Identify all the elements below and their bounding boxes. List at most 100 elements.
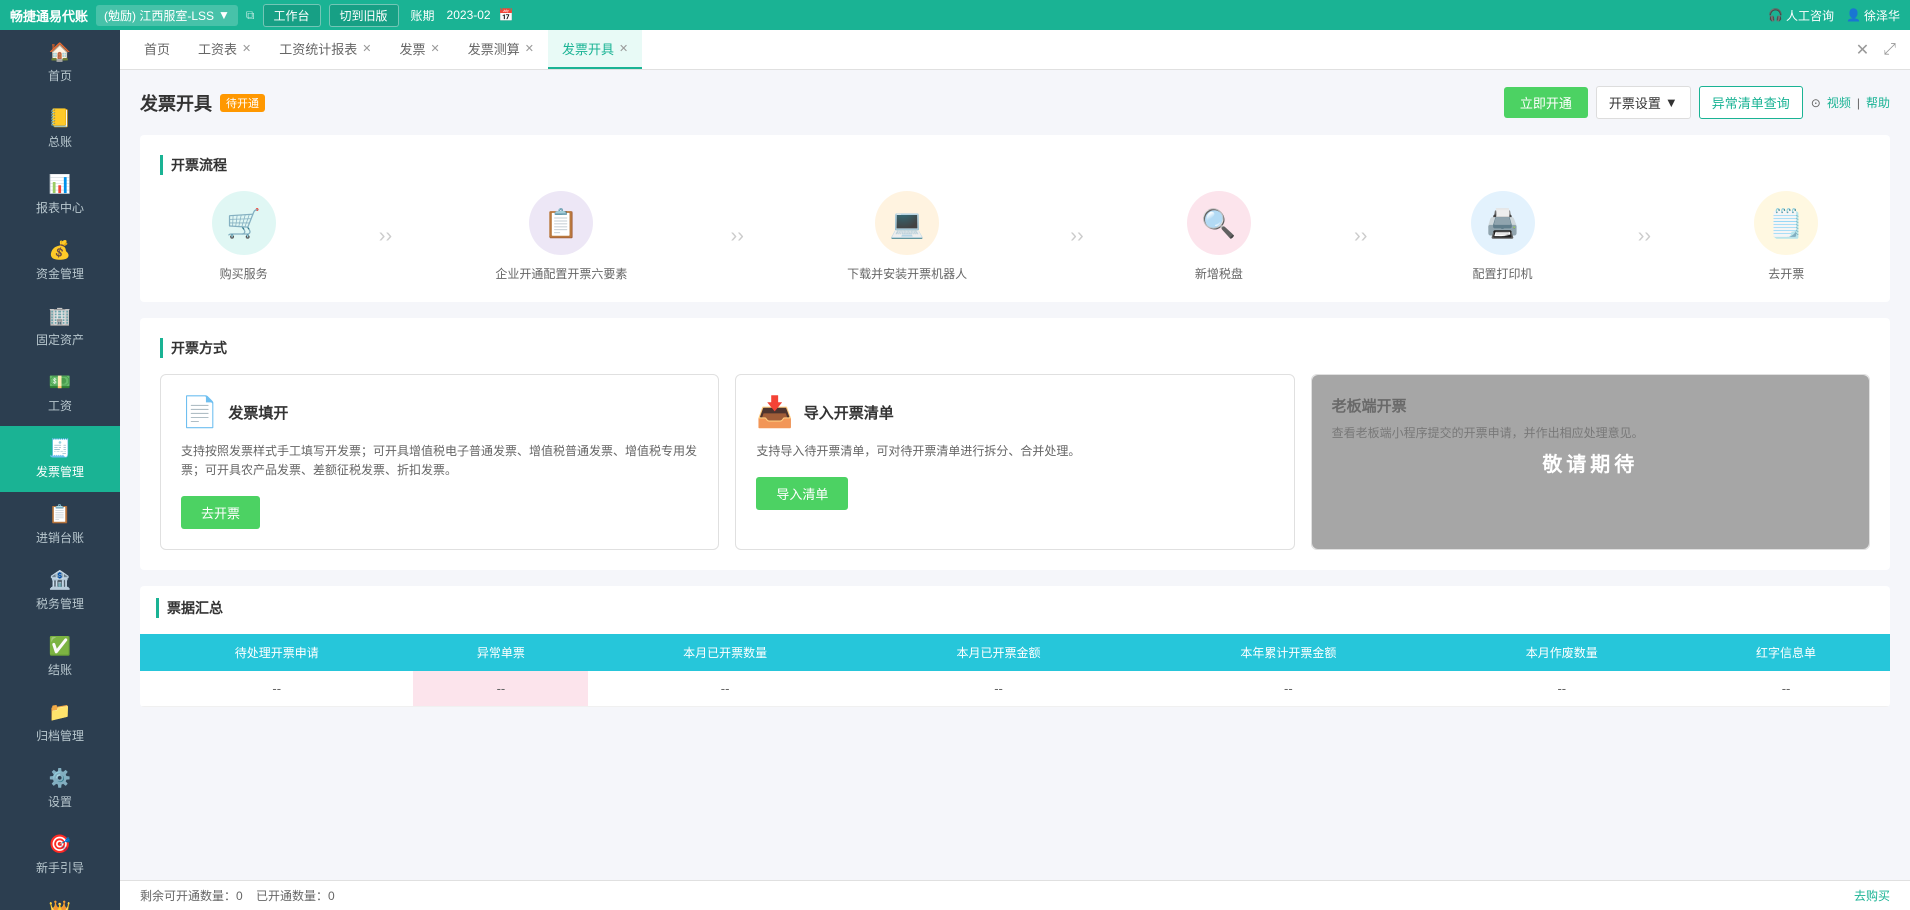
manual-fill-title: 发票填开 — [228, 402, 288, 423]
page-title-row: 发票开具 待开通 — [140, 90, 265, 116]
sidebar-label-assets: 固定资产 — [36, 331, 84, 348]
tab-invoice-calc[interactable]: 发票测算 ✕ — [454, 30, 548, 69]
remaining-label: 剩余可开通数量：0 — [140, 889, 243, 903]
calendar-icon[interactable]: 📅 — [499, 8, 514, 22]
settings-icon: ⚙️ — [49, 768, 71, 789]
sidebar-item-settings[interactable]: ⚙️ 设置 — [0, 756, 120, 822]
td-pending: -- — [140, 671, 413, 707]
open-now-button[interactable]: 立即开通 — [1504, 87, 1588, 118]
flow-arrow-1: ›› — [379, 225, 392, 248]
sidebar: 🏠 首页 📒 总账 📊 报表中心 💰 资金管理 🏢 固定资产 💵 工资 🧾 发票… — [0, 30, 120, 910]
import-list-title: 导入开票清单 — [804, 402, 894, 423]
flow-step-open-ticket-label: 去开票 — [1768, 265, 1804, 282]
flow-step-taxdisk[interactable]: 🔍 新增税盘 — [1187, 191, 1251, 282]
import-list-button[interactable]: 导入清单 — [756, 477, 848, 510]
sidebar-item-invoice[interactable]: 🧾 发票管理 — [0, 426, 120, 492]
tab-salary-table[interactable]: 工资表 ✕ — [184, 30, 265, 69]
go-open-ticket-button[interactable]: 去开票 — [181, 496, 260, 529]
top-bar: 畅捷通易代账 (勉励) 江西服室-LSS ▼ ⧉ 工作台 切到旧版 账期 202… — [0, 0, 1910, 30]
th-month-count: 本月已开票数量 — [588, 634, 861, 671]
switch-old-button[interactable]: 切到旧版 — [329, 4, 399, 27]
sidebar-item-ledger[interactable]: 📒 总账 — [0, 96, 120, 162]
sidebar-item-reports[interactable]: 📊 报表中心 — [0, 162, 120, 228]
tab-close-invoice[interactable]: ✕ — [431, 42, 440, 55]
summary-section: 票据汇总 待处理开票申请 异常单票 本月已开票数量 本月已开票金额 本年累计开票… — [140, 586, 1890, 707]
top-bar-right: 🎧 人工咨询 👤 徐泽华 — [1768, 7, 1900, 24]
sidebar-item-guide[interactable]: 🎯 新手引导 — [0, 822, 120, 888]
td-red-info: -- — [1682, 671, 1890, 707]
flow-step-buy[interactable]: 🛒 购买服务 — [212, 191, 276, 282]
td-year-amount: -- — [1135, 671, 1441, 707]
bottom-bar: 剩余可开通数量：0 已开通数量：0 去购买 — [120, 880, 1910, 910]
manual-fill-icon: 📄 — [181, 395, 218, 430]
flow-steps: 🛒 购买服务 ›› 📋 企业开通配置开票六要素 ›› 💻 下载并安装开票机器人 … — [160, 191, 1870, 282]
flow-step-open-ticket[interactable]: 🗒️ 去开票 — [1754, 191, 1818, 282]
tab-close-invoice-calc[interactable]: ✕ — [525, 42, 534, 55]
page-content: 发票开具 待开通 立即开通 开票设置 ▼ 异常清单查询 ⊙ 视频 | 帮助 — [120, 70, 1910, 880]
flow-step-printer[interactable]: 🖨️ 配置打印机 — [1471, 191, 1535, 282]
sidebar-item-home[interactable]: 🏠 首页 — [0, 30, 120, 96]
tab-salary-stats[interactable]: 工资统计报表 ✕ — [265, 30, 385, 69]
sidebar-item-assets[interactable]: 🏢 固定资产 — [0, 294, 120, 360]
tab-bar-actions: ✕ ⤢ — [1852, 38, 1900, 62]
help-icon: ⊙ — [1811, 96, 1821, 110]
flow-step-taxdisk-label: 新增税盘 — [1195, 265, 1243, 282]
summary-table-header-row: 待处理开票申请 异常单票 本月已开票数量 本月已开票金额 本年累计开票金额 本月… — [140, 634, 1890, 671]
sidebar-label-ledger: 总账 — [48, 133, 72, 150]
chevron-down-icon: ▼ — [218, 8, 230, 22]
sidebar-item-funds[interactable]: 💰 资金管理 — [0, 228, 120, 294]
billing-section-title: 开票方式 — [160, 338, 1870, 358]
abnormal-query-button[interactable]: 异常清单查询 — [1699, 86, 1803, 119]
app-logo: 畅捷通易代账 — [10, 6, 88, 25]
sidebar-label-invoice: 发票管理 — [36, 463, 84, 480]
billing-cards: 📄 发票填开 支持按照发票样式手工填写开发票；可开具增值税电子普通发票、增值税普… — [160, 374, 1870, 550]
tab-close-invoice-tool[interactable]: ✕ — [619, 42, 628, 55]
copy-icon: ⧉ — [246, 8, 255, 23]
member-icon: 👑 — [49, 900, 71, 910]
help-video-link[interactable]: 视频 — [1827, 94, 1851, 111]
billing-card-manual: 📄 发票填开 支持按照发票样式手工填写开发票；可开具增值税电子普通发票、增值税普… — [160, 374, 719, 550]
tab-close-salary-stats[interactable]: ✕ — [362, 42, 371, 55]
user-menu[interactable]: 👤 徐泽华 — [1846, 7, 1900, 24]
sidebar-item-purchase[interactable]: 📋 进销台账 — [0, 492, 120, 558]
sidebar-label-archive: 归档管理 — [36, 727, 84, 744]
th-year-amount: 本年累计开票金额 — [1135, 634, 1441, 671]
open-settings-button[interactable]: 开票设置 ▼ — [1596, 86, 1691, 119]
sidebar-item-member[interactable]: 👑 畅会员 — [0, 888, 120, 910]
sidebar-item-tax[interactable]: 🏦 税务管理 — [0, 558, 120, 624]
tab-invoice-tool[interactable]: 发票开具 ✕ — [548, 30, 642, 69]
funds-icon: 💰 — [49, 240, 71, 261]
sidebar-item-settlement[interactable]: ✅ 结账 — [0, 624, 120, 690]
header-help: ⊙ 视频 | 帮助 — [1811, 94, 1890, 111]
buy-service-icon: 🛒 — [212, 191, 276, 255]
sidebar-label-reports: 报表中心 — [36, 199, 84, 216]
invoice-icon: 🧾 — [49, 438, 71, 459]
overlay-text: 敬请期待 — [1542, 448, 1638, 477]
chevron-down-icon: ▼ — [1665, 95, 1678, 110]
company-selector[interactable]: (勉励) 江西服室-LSS ▼ — [96, 5, 238, 26]
consultation-link[interactable]: 🎧 人工咨询 — [1768, 7, 1834, 24]
td-month-count: -- — [588, 671, 861, 707]
buy-link[interactable]: 去购买 — [1854, 887, 1890, 904]
flow-step-download[interactable]: 💻 下载并安装开票机器人 — [847, 191, 967, 282]
flow-step-download-label: 下载并安装开票机器人 — [847, 265, 967, 282]
restore-tab-icon[interactable]: ⤢ — [1879, 39, 1900, 61]
workspace-button[interactable]: 工作台 — [263, 4, 321, 27]
help-text-link[interactable]: 帮助 — [1866, 94, 1890, 111]
old-terminal-overlay: 敬请期待 — [1312, 375, 1869, 549]
sidebar-item-archive[interactable]: 📁 归档管理 — [0, 690, 120, 756]
summary-table-data-row: -- -- -- -- -- -- -- — [140, 671, 1890, 707]
summary-table: 待处理开票申请 异常单票 本月已开票数量 本月已开票金额 本年累计开票金额 本月… — [140, 634, 1890, 707]
tab-invoice[interactable]: 发票 ✕ — [385, 30, 453, 69]
ledger-icon: 📒 — [49, 108, 71, 129]
assets-icon: 🏢 — [49, 306, 71, 327]
close-tab-icon[interactable]: ✕ — [1852, 38, 1873, 62]
header-actions: 立即开通 开票设置 ▼ 异常清单查询 ⊙ 视频 | 帮助 — [1504, 86, 1890, 119]
sidebar-label-settings: 设置 — [48, 793, 72, 810]
bottom-bar-info: 剩余可开通数量：0 已开通数量：0 — [140, 887, 335, 904]
sidebar-item-salary[interactable]: 💵 工资 — [0, 360, 120, 426]
flow-step-config[interactable]: 📋 企业开通配置开票六要素 — [495, 191, 627, 282]
tab-close-salary-table[interactable]: ✕ — [242, 42, 251, 55]
tab-home[interactable]: 首页 — [130, 30, 184, 69]
th-red-info: 红字信息单 — [1682, 634, 1890, 671]
